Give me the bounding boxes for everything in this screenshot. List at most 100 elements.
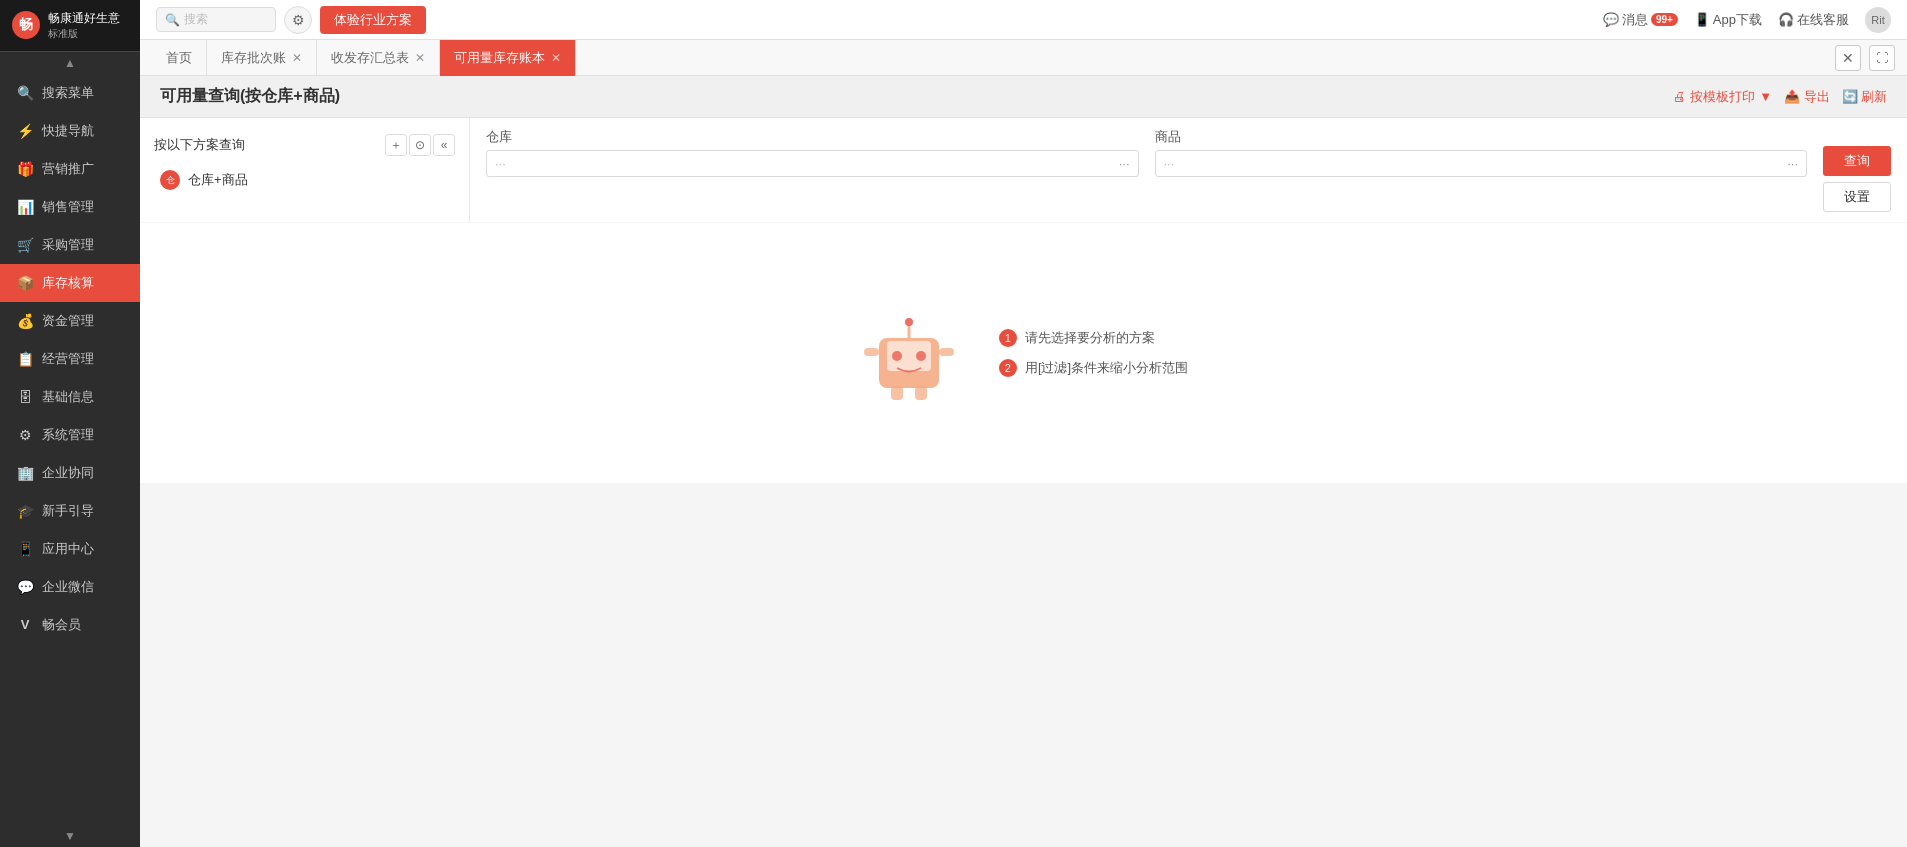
scheme-collapse-btn[interactable]: « bbox=[433, 134, 455, 156]
marketing-icon: 🎁 bbox=[16, 160, 34, 178]
tab-available-qty-close[interactable]: ✕ bbox=[551, 51, 561, 65]
sidebar-label-basic: 基础信息 bbox=[42, 388, 94, 406]
sidebar-item-wechat[interactable]: 💬 企业微信 bbox=[0, 568, 140, 606]
sidebar-item-newbie[interactable]: 🎓 新手引导 bbox=[0, 492, 140, 530]
sidebar-item-marketing[interactable]: 🎁 营销推广 bbox=[0, 150, 140, 188]
tip-num-2: 2 bbox=[999, 359, 1017, 377]
tabbar-controls: ✕ ⛶ bbox=[1835, 45, 1895, 71]
goods-placeholder: ··· bbox=[1164, 156, 1175, 171]
refresh-icon: 🔄 bbox=[1842, 89, 1858, 104]
tab-inventory-batch[interactable]: 库存批次账 ✕ bbox=[207, 40, 317, 76]
tab-inventory-batch-close[interactable]: ✕ bbox=[292, 51, 302, 65]
query-settings-btn[interactable]: 设置 bbox=[1823, 182, 1891, 212]
tabbar-close-button[interactable]: ✕ bbox=[1835, 45, 1861, 71]
sidebar-item-inventory[interactable]: 📦 库存核算 bbox=[0, 264, 140, 302]
warehouse-placeholder: ··· bbox=[495, 156, 506, 171]
notification-badge: 99+ bbox=[1651, 13, 1678, 26]
svg-point-9 bbox=[905, 318, 913, 326]
finance-icon: 💰 bbox=[16, 312, 34, 330]
goods-field-group: 商品 ··· ··· bbox=[1155, 128, 1808, 177]
warehouse-label: 仓库 bbox=[486, 128, 1139, 146]
sidebar-item-basic[interactable]: 🗄 基础信息 bbox=[0, 378, 140, 416]
topbar-right: 💬 消息 99+ 📱 App下载 🎧 在线客服 Rit bbox=[1603, 7, 1891, 33]
sidebar-label-quick-nav: 快捷导航 bbox=[42, 122, 94, 140]
sidebar-item-system[interactable]: ⚙ 系统管理 bbox=[0, 416, 140, 454]
sidebar: 畅 畅康通好生意 标准版 ▲ 🔍 搜索菜单 ⚡ 快捷导航 🎁 营销推广 📊 销售… bbox=[0, 0, 140, 847]
goods-input[interactable]: ··· ··· bbox=[1155, 150, 1808, 177]
sidebar-label-inventory: 库存核算 bbox=[42, 274, 94, 292]
export-btn[interactable]: 📤 导出 bbox=[1784, 88, 1830, 106]
user-avatar[interactable]: Rit bbox=[1865, 7, 1891, 33]
message-icon: 💬 bbox=[1603, 12, 1619, 27]
topbar-search-bar[interactable]: 🔍 搜索 bbox=[156, 7, 276, 32]
refresh-btn[interactable]: 🔄 刷新 bbox=[1842, 88, 1887, 106]
service-icon: 🎧 bbox=[1778, 12, 1794, 27]
sidebar-item-member[interactable]: V 畅会员 bbox=[0, 606, 140, 644]
robot-illustration bbox=[859, 303, 959, 403]
tab-receive-summary-label: 收发存汇总表 bbox=[331, 49, 409, 67]
tip-text-2: 用[过滤]条件来缩小分析范围 bbox=[1025, 359, 1188, 377]
svg-point-2 bbox=[892, 351, 902, 361]
tab-receive-summary-close[interactable]: ✕ bbox=[415, 51, 425, 65]
sidebar-label-system: 系统管理 bbox=[42, 426, 94, 444]
customer-service-btn[interactable]: 🎧 在线客服 bbox=[1778, 11, 1849, 29]
export-icon: 📤 bbox=[1784, 89, 1800, 104]
operation-icon: 📋 bbox=[16, 350, 34, 368]
sidebar-item-enterprise[interactable]: 🏢 企业协同 bbox=[0, 454, 140, 492]
query-actions: 查询 设置 bbox=[1823, 128, 1891, 212]
page-title: 可用量查询(按仓库+商品) bbox=[160, 86, 340, 107]
svg-point-3 bbox=[916, 351, 926, 361]
sidebar-item-search[interactable]: 🔍 搜索菜单 bbox=[0, 74, 140, 112]
warehouse-input[interactable]: ··· ··· bbox=[486, 150, 1139, 177]
scheme-add-btn[interactable]: ＋ bbox=[385, 134, 407, 156]
query-right-panel: 仓库 ··· ··· 商品 ··· ··· 查询 设置 bbox=[470, 118, 1907, 222]
scheme-header-label: 按以下方案查询 bbox=[154, 136, 245, 154]
goods-more-btn[interactable]: ··· bbox=[1787, 156, 1798, 171]
sidebar-item-operation[interactable]: 📋 经营管理 bbox=[0, 340, 140, 378]
notification-btn[interactable]: 💬 消息 99+ bbox=[1603, 11, 1678, 29]
sidebar-item-sales[interactable]: 📊 销售管理 bbox=[0, 188, 140, 226]
scheme-icon: 仓 bbox=[160, 170, 180, 190]
app-download-btn[interactable]: 📱 App下载 bbox=[1694, 11, 1762, 29]
svg-rect-4 bbox=[864, 348, 879, 356]
user-name: Rit bbox=[1871, 14, 1884, 26]
sidebar-item-finance[interactable]: 💰 资金管理 bbox=[0, 302, 140, 340]
scheme-item-warehouse-goods[interactable]: 仓 仓库+商品 bbox=[140, 162, 469, 198]
tabbar-expand-button[interactable]: ⛶ bbox=[1869, 45, 1895, 71]
query-scheme-header: 按以下方案查询 ＋ ⊙ « bbox=[140, 128, 469, 162]
wechat-icon: 💬 bbox=[16, 578, 34, 596]
query-submit-btn[interactable]: 查询 bbox=[1823, 146, 1891, 176]
empty-state-content: 1 请先选择要分析的方案 2 用[过滤]条件来缩小分析范围 bbox=[859, 303, 1188, 403]
sales-icon: 📊 bbox=[16, 198, 34, 216]
query-area: 按以下方案查询 ＋ ⊙ « 仓 仓库+商品 仓库 bbox=[140, 118, 1907, 222]
quick-nav-icon: ⚡ bbox=[16, 122, 34, 140]
sidebar-scroll-down[interactable]: ▼ bbox=[0, 825, 140, 847]
sidebar-scroll-up[interactable]: ▲ bbox=[0, 52, 140, 74]
warehouse-more-btn[interactable]: ··· bbox=[1119, 156, 1130, 171]
tip-item-2: 2 用[过滤]条件来缩小分析范围 bbox=[999, 359, 1188, 377]
tab-home[interactable]: 首页 bbox=[152, 40, 207, 76]
topbar: 🔍 搜索 ⚙ 体验行业方案 💬 消息 99+ 📱 App下载 🎧 在线客服 Ri… bbox=[140, 0, 1907, 40]
app-download-label: App下载 bbox=[1713, 11, 1762, 29]
tip-item-1: 1 请先选择要分析的方案 bbox=[999, 329, 1188, 347]
search-placeholder: 搜索 bbox=[184, 11, 208, 28]
sidebar-label-sales: 销售管理 bbox=[42, 198, 94, 216]
tab-available-qty-label: 可用量库存账本 bbox=[454, 49, 545, 67]
sidebar-item-app-center[interactable]: 📱 应用中心 bbox=[0, 530, 140, 568]
notification-label: 消息 bbox=[1622, 11, 1648, 29]
trial-btn[interactable]: 体验行业方案 bbox=[320, 6, 426, 34]
scheme-icon-label: 仓 bbox=[166, 174, 175, 187]
tab-receive-summary[interactable]: 收发存汇总表 ✕ bbox=[317, 40, 440, 76]
tab-available-qty[interactable]: 可用量库存账本 ✕ bbox=[440, 40, 576, 76]
brand-info: 畅康通好生意 标准版 bbox=[48, 10, 120, 41]
print-btn[interactable]: 🖨 按模板打印 ▼ bbox=[1673, 88, 1772, 106]
scheme-settings-btn[interactable]: ⊙ bbox=[409, 134, 431, 156]
basic-icon: 🗄 bbox=[16, 388, 34, 406]
sidebar-item-purchase[interactable]: 🛒 采购管理 bbox=[0, 226, 140, 264]
system-icon: ⚙ bbox=[16, 426, 34, 444]
query-left-panel: 按以下方案查询 ＋ ⊙ « 仓 仓库+商品 bbox=[140, 118, 470, 222]
sidebar-item-quick-nav[interactable]: ⚡ 快捷导航 bbox=[0, 112, 140, 150]
gear-button[interactable]: ⚙ bbox=[284, 6, 312, 34]
inventory-icon: 📦 bbox=[16, 274, 34, 292]
app-center-icon: 📱 bbox=[16, 540, 34, 558]
